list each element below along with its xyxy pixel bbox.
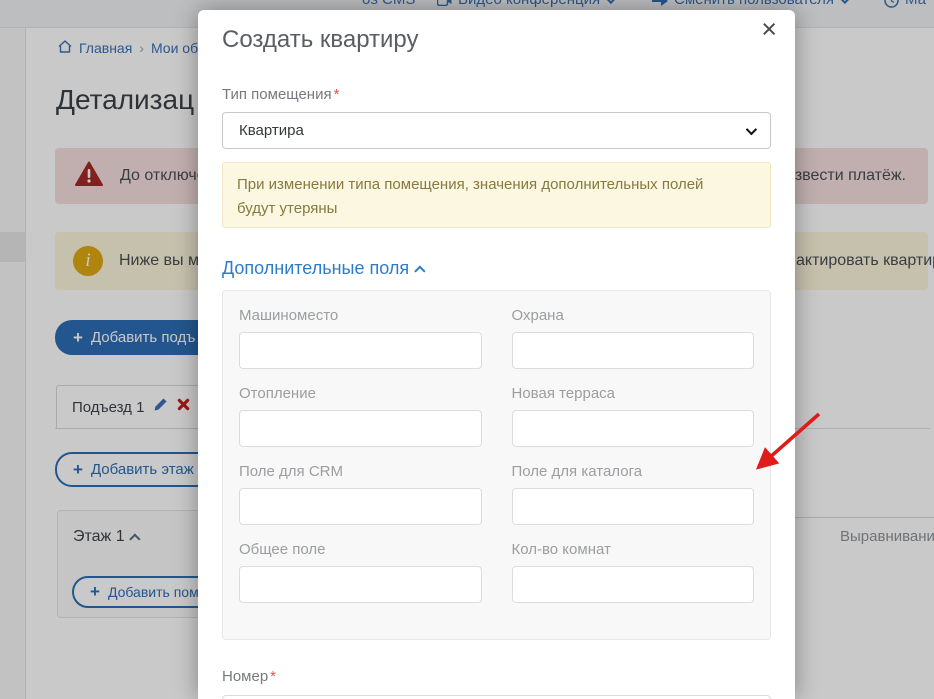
field-security-label: Охрана [511,307,564,324]
required-asterisk: * [270,668,277,685]
field-parking-input[interactable] [239,332,482,369]
type-field-label-text: Тип помещения [222,86,332,103]
field-rooms-count-label: Кол-во комнат [511,541,611,558]
field-crm: Поле для CRM [239,463,482,525]
field-common-label: Общее поле [239,541,326,558]
field-new-terrace-label: Новая терраса [511,385,616,402]
field-crm-input[interactable] [239,488,482,525]
extra-fields-panel: Машиноместо Охрана Отопление Новая терра… [222,290,771,640]
close-icon[interactable]: × [755,14,783,44]
create-apartment-modal: × Создать квартиру Тип помещения * Кварти… [198,10,795,699]
field-security-input[interactable] [511,332,754,369]
field-heating-label: Отопление [239,385,316,402]
required-asterisk: * [333,86,340,103]
chevron-down-icon [745,123,758,135]
field-new-terrace-input[interactable] [511,410,754,447]
field-rooms-count-input[interactable] [511,566,754,603]
field-rooms-count: Кол-во комнат [511,541,754,603]
field-heating: Отопление [239,385,482,447]
chevron-up-icon [414,264,426,277]
field-catalog: Поле для каталога [511,463,754,525]
number-field-label: Номер * [222,668,276,685]
type-change-warning-text: При изменении типа помещения, значения д… [237,176,704,217]
modal-title: Создать квартиру [222,26,419,53]
number-field-input[interactable] [222,695,771,699]
field-catalog-label: Поле для каталога [511,463,643,480]
field-crm-label: Поле для CRM [239,463,344,480]
field-common: Общее поле [239,541,482,603]
extra-fields-toggle-label: Дополнительные поля [222,258,410,278]
room-type-select[interactable]: Квартира [222,112,771,149]
number-field-label-text: Номер [222,668,269,685]
field-new-terrace: Новая терраса [511,385,754,447]
field-security: Охрана [511,307,754,369]
field-heating-input[interactable] [239,410,482,447]
type-change-warning: При изменении типа помещения, значения д… [222,162,771,228]
extra-fields-toggle[interactable]: Дополнительные поля [222,258,426,279]
type-field-label: Тип помещения * [222,86,339,103]
field-common-input[interactable] [239,566,482,603]
field-catalog-input[interactable] [511,488,754,525]
field-parking-label: Машиноместо [239,307,339,324]
screen: os CMS Видео конференция Сменить пользов… [0,0,934,699]
field-parking: Машиноместо [239,307,482,369]
room-type-selected-value: Квартира [239,122,304,139]
